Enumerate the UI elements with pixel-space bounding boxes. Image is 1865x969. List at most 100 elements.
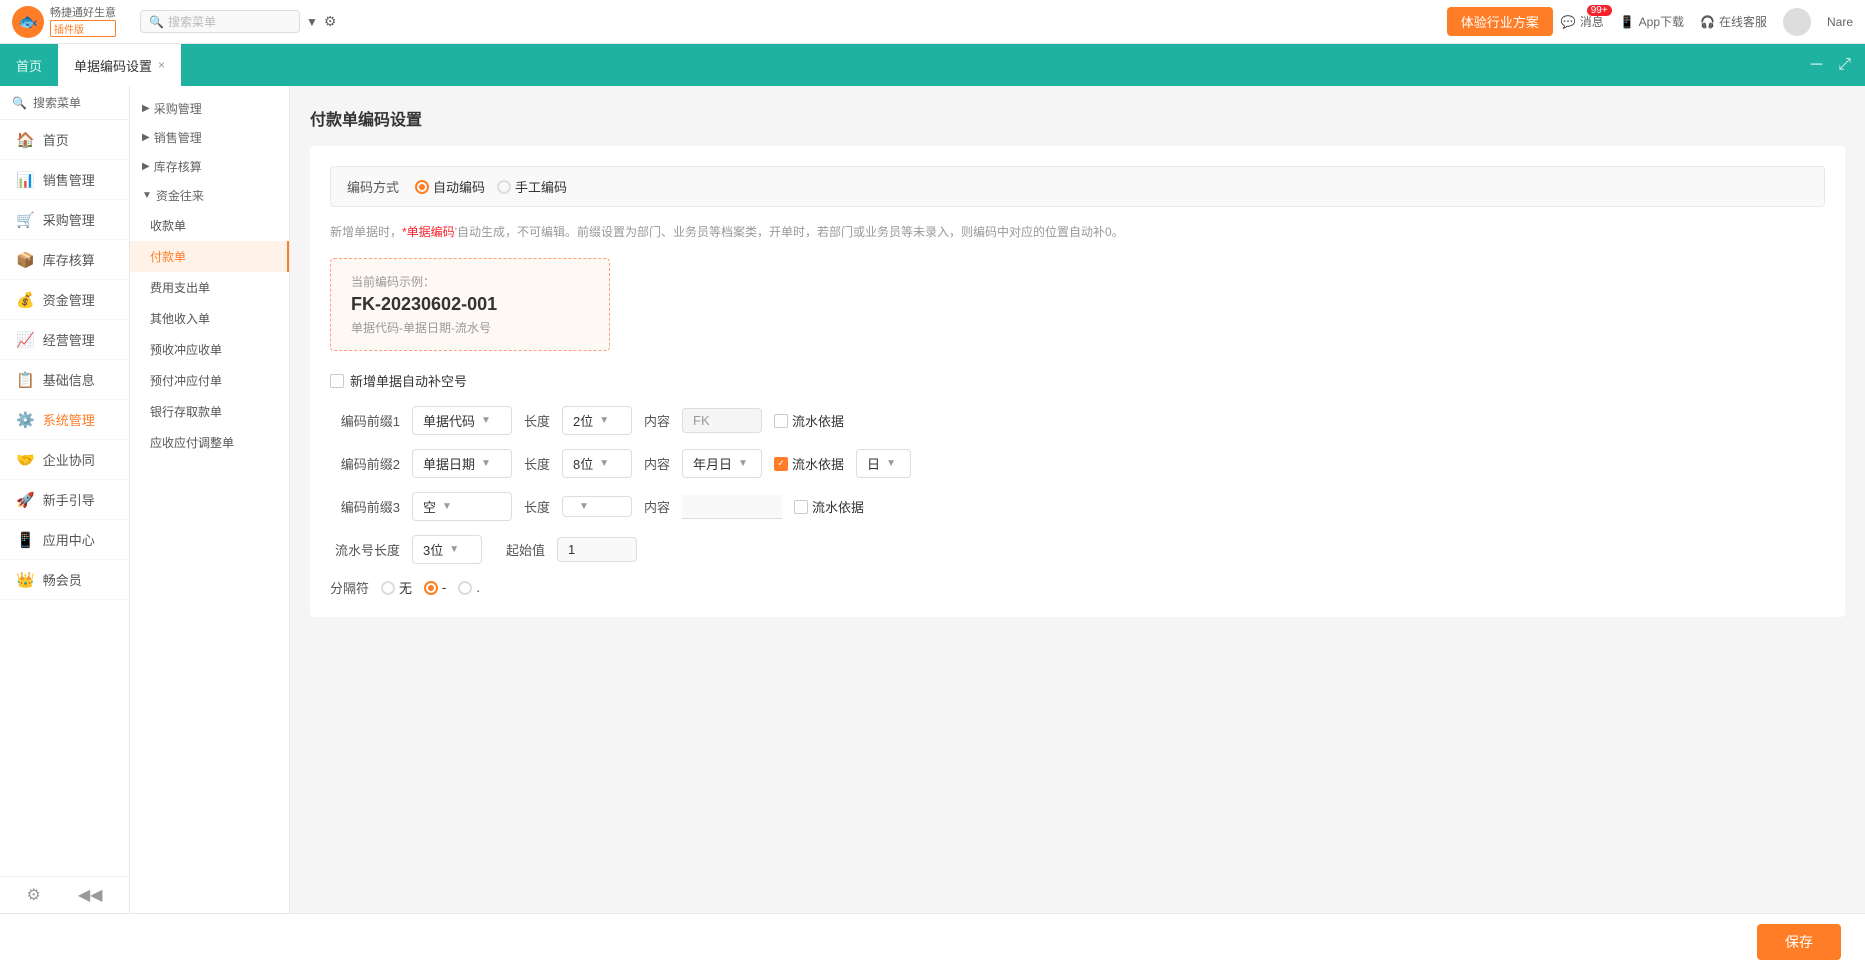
tab-expand-button[interactable]: ⤢ (1832, 54, 1857, 76)
stream2-cycle-value: 日 (867, 454, 880, 473)
trial-button[interactable]: 体验行业方案 (1447, 7, 1553, 36)
sub-item-adjustment[interactable]: 应收应付调整单 (130, 427, 289, 458)
sidebar-search[interactable]: 🔍 搜索菜单 (0, 86, 129, 120)
sep-none-item[interactable]: 无 (381, 578, 412, 597)
inventory-icon: 📦 (16, 251, 35, 269)
settings-bottom-icon[interactable]: ⚙ (27, 885, 41, 905)
auto-fill-checkbox[interactable] (330, 374, 344, 388)
length1-value: 2位 (573, 411, 593, 430)
gear-icon[interactable]: ⚙ (324, 13, 337, 30)
online-service-button[interactable]: 🎧 在线客服 (1700, 13, 1767, 30)
sidebar-item-system[interactable]: ⚙️ 系统管理 (0, 400, 129, 440)
stream2-checkbox[interactable]: ✓ (774, 457, 788, 471)
sub-item-other-income[interactable]: 其他收入单 (130, 303, 289, 334)
prefix1-select[interactable]: 单据代码 ▼ (412, 406, 512, 435)
length3-arrow-icon: ▼ (579, 501, 589, 512)
sub-group-purchase[interactable]: ▶ 采购管理 (130, 94, 289, 123)
sub-group-capital-label: 资金往来 (156, 187, 204, 204)
content2-value: 年月日 (693, 454, 732, 473)
appstore-icon: 📱 (16, 531, 35, 549)
sidebar-item-home[interactable]: 🏠 首页 (0, 120, 129, 160)
tab-encoding-settings[interactable]: 单据编码设置 × (58, 44, 181, 86)
sidebar-item-purchase[interactable]: 🛒 采购管理 (0, 200, 129, 240)
sub-group-capital[interactable]: ▼ 资金往来 (130, 181, 289, 210)
preview-desc: 单据代码-单据日期-流水号 (351, 319, 589, 336)
sub-item-prepay-pay[interactable]: 预付冲应付单 (130, 365, 289, 396)
sep-dash-item[interactable]: - (424, 580, 446, 595)
collapse-icon[interactable]: ◀◀ (78, 885, 103, 905)
tab-home-label: 首页 (16, 56, 42, 75)
sidebar-item-vip[interactable]: 👑 畅会员 (0, 560, 129, 600)
content3-input[interactable] (682, 495, 782, 519)
app-download-button[interactable]: 📱 App下载 (1620, 13, 1684, 30)
stream2-label: 流水依据 (792, 454, 844, 473)
length1-select[interactable]: 2位 ▼ (562, 406, 632, 435)
serial-length-select[interactable]: 3位 ▼ (412, 535, 482, 564)
tab-close-icon[interactable]: × (158, 58, 165, 72)
sidebar-item-basic-label: 基础信息 (43, 370, 95, 389)
sidebar-item-inventory[interactable]: 📦 库存核算 (0, 240, 129, 280)
newbie-icon: 🚀 (16, 491, 35, 509)
start-value-input[interactable] (557, 537, 637, 562)
prefix2-arrow-icon: ▼ (481, 458, 491, 469)
dropdown-arrow[interactable]: ▼ (306, 15, 318, 29)
header-right: 💬 消息 99+ 📱 App下载 🎧 在线客服 Nare (1561, 8, 1853, 36)
vip-icon: 👑 (16, 571, 35, 589)
save-button[interactable]: 保存 (1757, 924, 1841, 960)
prefix3-arrow-icon: ▼ (442, 501, 452, 512)
top-header: 🐟 畅捷通好生意 插件版 🔍 搜索菜单 ▼ ⚙ 体验行业方案 💬 消息 99+ … (0, 0, 1865, 44)
service-label: 在线客服 (1719, 13, 1767, 30)
enterprise-icon: 🤝 (16, 451, 35, 469)
radio-auto-code[interactable]: 自动编码 (415, 177, 485, 196)
prefix2-select[interactable]: 单据日期 ▼ (412, 449, 512, 478)
tab-minimize-button[interactable]: ─ (1805, 54, 1828, 76)
logo-area: 🐟 畅捷通好生意 插件版 (12, 6, 132, 38)
prefix3-select[interactable]: 空 ▼ (412, 492, 512, 521)
prefix2-row: 编码前缀2 单据日期 ▼ 长度 8位 ▼ 内容 年月日 ▼ ✓ 流水依据 (330, 449, 1825, 478)
sales-arrow-icon: ▶ (142, 132, 150, 143)
manual-code-label: 手工编码 (515, 177, 567, 196)
stream2-check[interactable]: ✓ 流水依据 (774, 454, 844, 473)
home-icon: 🏠 (16, 131, 35, 149)
serial-length-arrow-icon: ▼ (449, 544, 459, 555)
logo-tag: 插件版 (50, 20, 116, 37)
sub-group-inventory[interactable]: ▶ 库存核算 (130, 152, 289, 181)
sidebar-item-newbie[interactable]: 🚀 新手引导 (0, 480, 129, 520)
sidebar-item-basic[interactable]: 📋 基础信息 (0, 360, 129, 400)
length3-select[interactable]: ▼ (562, 496, 632, 517)
prefix3-row: 编码前缀3 空 ▼ 长度 ▼ 内容 流水依据 (330, 492, 1825, 521)
stream1-check[interactable]: 流水依据 (774, 411, 844, 430)
stream3-check[interactable]: 流水依据 (794, 497, 864, 516)
stream3-checkbox[interactable] (794, 500, 808, 514)
message-button[interactable]: 💬 消息 99+ (1561, 13, 1604, 30)
sidebar-item-operations[interactable]: 📈 经营管理 (0, 320, 129, 360)
sidebar-item-home-label: 首页 (43, 130, 69, 149)
system-icon: ⚙️ (16, 411, 35, 429)
sidebar-item-appstore[interactable]: 📱 应用中心 (0, 520, 129, 560)
sidebar-item-system-label: 系统管理 (43, 410, 95, 429)
tab-home[interactable]: 首页 (0, 44, 58, 86)
app-icon: 📱 (1620, 15, 1635, 29)
stream2-cycle-select[interactable]: 日 ▼ (856, 449, 911, 478)
prefix1-arrow-icon: ▼ (481, 415, 491, 426)
sep-dash-radio-dot (424, 581, 438, 595)
length2-select[interactable]: 8位 ▼ (562, 449, 632, 478)
sidebar-item-sales[interactable]: 📊 销售管理 (0, 160, 129, 200)
sub-item-bank[interactable]: 银行存取款单 (130, 396, 289, 427)
sep-dot-item[interactable]: . (458, 580, 480, 595)
sidebar-item-finance[interactable]: 💰 资金管理 (0, 280, 129, 320)
radio-manual-code[interactable]: 手工编码 (497, 177, 567, 196)
sub-item-payment[interactable]: 付款单 (130, 241, 289, 272)
message-icon: 💬 (1561, 15, 1576, 29)
sub-item-expense[interactable]: 费用支出单 (130, 272, 289, 303)
prefix1-value: 单据代码 (423, 411, 475, 430)
sub-item-receipt[interactable]: 收款单 (130, 210, 289, 241)
stream1-checkbox[interactable] (774, 414, 788, 428)
sub-group-sales[interactable]: ▶ 销售管理 (130, 123, 289, 152)
sub-item-prepay-recv[interactable]: 预收冲应收单 (130, 334, 289, 365)
content2-label: 内容 (644, 454, 670, 473)
sidebar-item-enterprise[interactable]: 🤝 企业协同 (0, 440, 129, 480)
content2-select[interactable]: 年月日 ▼ (682, 449, 762, 478)
content1-input[interactable] (682, 408, 762, 433)
search-input-wrap[interactable]: 🔍 搜索菜单 (140, 10, 300, 33)
